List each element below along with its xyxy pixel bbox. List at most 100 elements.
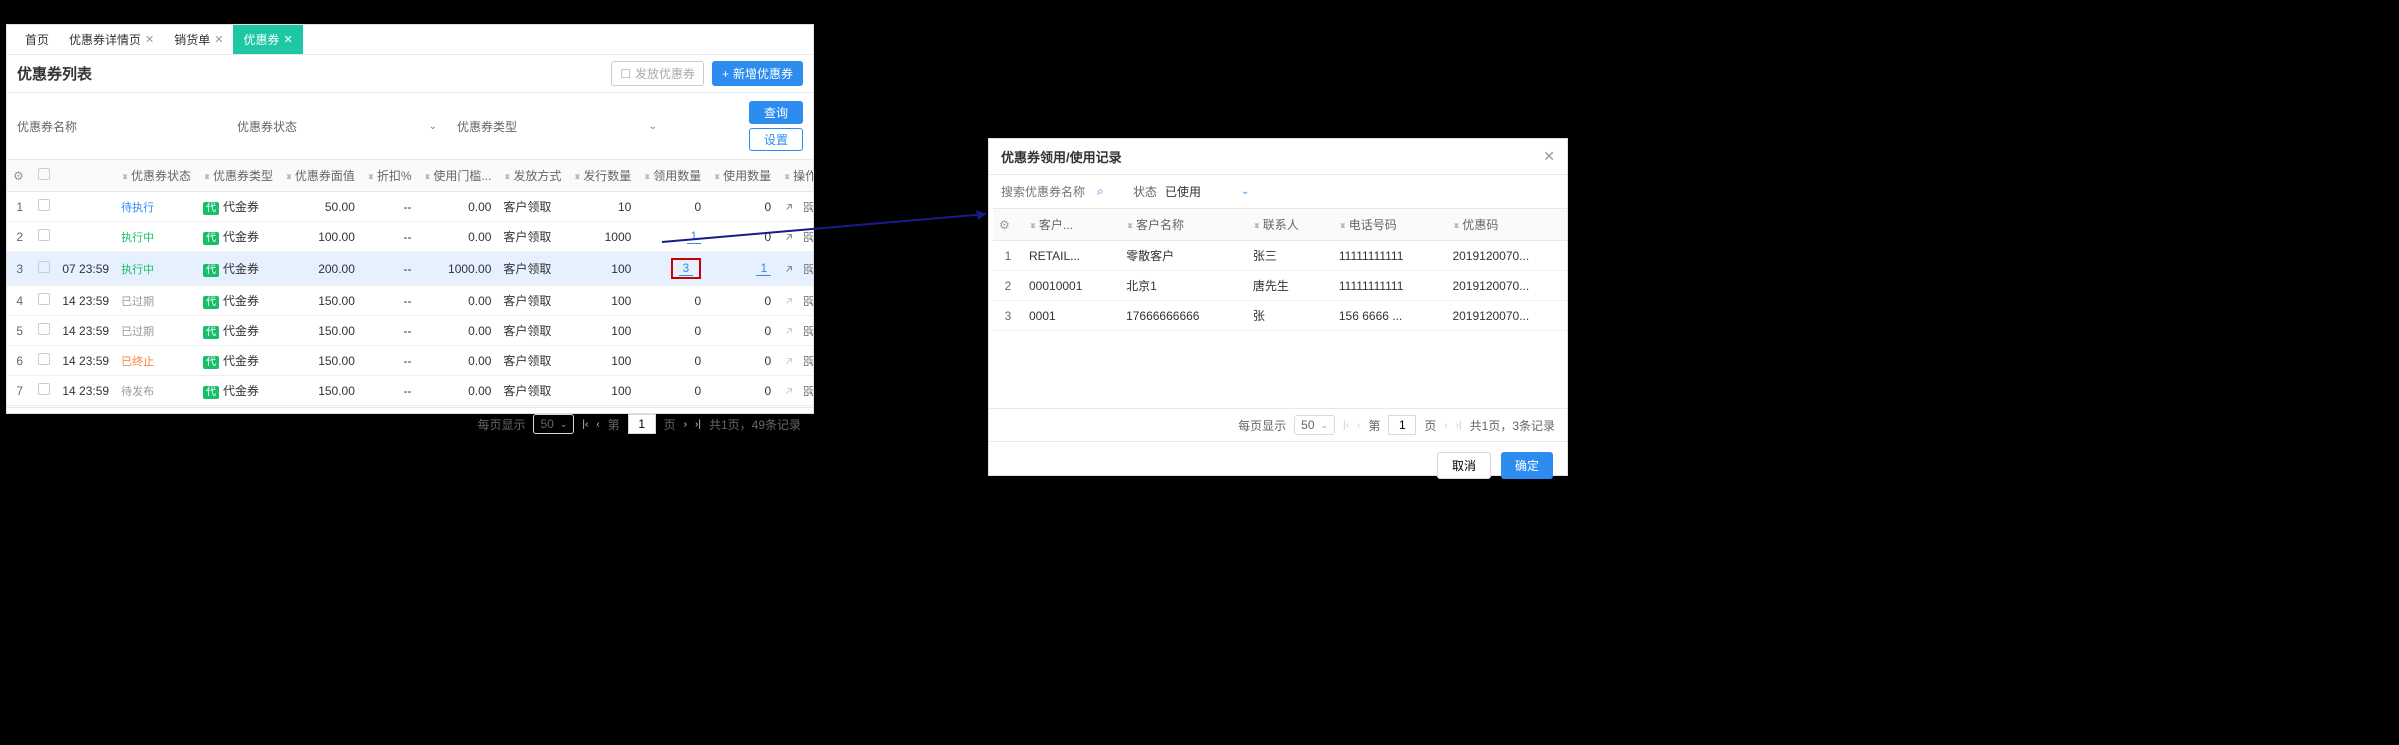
- prev-page-button[interactable]: ‹: [596, 419, 599, 430]
- table-row[interactable]: 1RETAIL...零散客户张三111111111112019120070...…: [993, 241, 1567, 271]
- table-row[interactable]: 2执行中代代金券100.00--0.00客户领取100010: [7, 222, 813, 252]
- chevron-down-icon: ⌄: [1321, 420, 1329, 431]
- row-checkbox[interactable]: [38, 199, 50, 211]
- table-row[interactable]: 414 23:59已过期代代金券150.00--0.00客户领取10000: [7, 286, 813, 316]
- qr-icon[interactable]: [803, 231, 813, 243]
- coupon-list-panel: 首页优惠券详情页✕销货单✕优惠券✕ 优惠券列表 ☐发放优惠券 新增优惠券 优惠券…: [6, 24, 814, 414]
- row-checkbox[interactable]: [38, 353, 50, 365]
- tab-优惠券详情页[interactable]: 优惠券详情页✕: [59, 25, 164, 54]
- table-row[interactable]: 514 23:59已过期代代金券150.00--0.00客户领取10000: [7, 316, 813, 346]
- gear-icon[interactable]: ⚙: [13, 169, 24, 183]
- share-icon[interactable]: [783, 263, 795, 275]
- settings-button[interactable]: 设置: [749, 128, 803, 151]
- distribute-coupon-button[interactable]: ☐发放优惠券: [611, 61, 704, 86]
- table-row[interactable]: 714 23:59待发布代代金券150.00--0.00客户领取10000: [7, 376, 813, 406]
- dialog-next-page-button[interactable]: ›: [1444, 420, 1447, 431]
- last-page-button[interactable]: ›|: [695, 419, 701, 430]
- pagination-total: 共1页，49条记录: [709, 416, 801, 433]
- dialog-state-label: 状态: [1133, 183, 1157, 200]
- col-header[interactable]: ▲▼优惠券状态: [115, 160, 197, 192]
- col-header[interactable]: ▲▼折扣%: [361, 160, 418, 192]
- type-badge: 代: [203, 264, 219, 277]
- col-header[interactable]: ▲▼发放方式: [497, 160, 567, 192]
- col-header[interactable]: ▲▼客户...: [1023, 209, 1120, 241]
- tab-优惠券[interactable]: 优惠券✕: [233, 25, 302, 54]
- cancel-button[interactable]: 取消: [1437, 452, 1491, 479]
- dialog-search[interactable]: ⌕: [1001, 184, 1121, 199]
- table-row[interactable]: 614 23:59已终止代代金券150.00--0.00客户领取10000: [7, 346, 813, 376]
- usage-table: ⚙▲▼客户...▲▼客户名称▲▼联系人▲▼电话号码▲▼优惠码▲▼优惠主题▲▼优惠…: [993, 208, 1567, 331]
- dialog-first-page-button[interactable]: |‹: [1343, 420, 1349, 431]
- col-header[interactable]: ▲▼电话号码: [1333, 209, 1447, 241]
- row-checkbox[interactable]: [38, 261, 50, 273]
- filter-type-select[interactable]: ⌄: [521, 114, 661, 138]
- status-tag: 已过期: [121, 296, 154, 308]
- row-checkbox[interactable]: [38, 229, 50, 241]
- tab-首页[interactable]: 首页: [15, 25, 59, 54]
- search-icon[interactable]: ⌕: [1097, 184, 1104, 199]
- share-icon: [783, 295, 795, 307]
- close-icon[interactable]: ✕: [145, 33, 154, 46]
- col-header[interactable]: ▲▼领用数量: [637, 160, 707, 192]
- col-header[interactable]: ▲▼优惠码: [1446, 209, 1567, 241]
- filter-row: 优惠券名称 优惠券状态 ⌄ 优惠券类型 ⌄ 查询 设置: [7, 93, 813, 159]
- table-row[interactable]: 1待执行代代金券50.00--0.00客户领取1000: [7, 192, 813, 222]
- row-checkbox[interactable]: [38, 323, 50, 335]
- chevron-down-icon: ⌄: [560, 419, 568, 430]
- select-all-checkbox[interactable]: [38, 168, 50, 180]
- row-checkbox[interactable]: [38, 383, 50, 395]
- header-row: 优惠券列表 ☐发放优惠券 新增优惠券: [7, 55, 813, 93]
- next-page-button[interactable]: ›: [684, 419, 687, 430]
- col-header[interactable]: ▲▼客户名称: [1120, 209, 1247, 241]
- share-icon[interactable]: [783, 231, 795, 243]
- dialog-prev-page-button[interactable]: ‹: [1357, 420, 1360, 431]
- coupon-table-container[interactable]: ⚙ ▲▼优惠券状态▲▼优惠券类型▲▼优惠券面值▲▼折扣%▲▼使用门槛...▲▼发放…: [7, 159, 813, 407]
- col-header[interactable]: ▲▼优惠券类型: [197, 160, 279, 192]
- received-highlight: 3: [671, 258, 702, 279]
- status-tag: 已终止: [121, 356, 154, 368]
- dialog-state-select[interactable]: 已使用 ⌄: [1165, 183, 1249, 200]
- confirm-button[interactable]: 确定: [1501, 452, 1553, 479]
- filter-name-input[interactable]: [81, 115, 221, 137]
- dialog-pagination-total: 共1页，3条记录: [1470, 417, 1555, 434]
- search-button[interactable]: 查询: [749, 101, 803, 124]
- qr-icon[interactable]: [803, 263, 813, 275]
- qr-icon[interactable]: [803, 325, 813, 337]
- col-header[interactable]: ▲▼操作: [777, 160, 813, 192]
- qr-icon[interactable]: [803, 295, 813, 307]
- dialog-per-page-select[interactable]: 50⌄: [1294, 415, 1335, 435]
- filter-status-select[interactable]: ⌄: [301, 114, 441, 138]
- dialog-last-page-button[interactable]: ›|: [1456, 420, 1462, 431]
- table-row[interactable]: 3000117666666666张156 6666 ...2019120070.…: [993, 301, 1567, 331]
- table-row[interactable]: 307 23:59执行中代代金券200.00--1000.00客户领取10031: [7, 252, 813, 286]
- qr-icon[interactable]: [803, 355, 813, 367]
- col-header[interactable]: ▲▼发行数量: [567, 160, 637, 192]
- coupon-table: ⚙ ▲▼优惠券状态▲▼优惠券类型▲▼优惠券面值▲▼折扣%▲▼使用门槛...▲▼发放…: [7, 159, 813, 407]
- dialog-page-input[interactable]: [1388, 415, 1416, 435]
- filter-type-label: 优惠券类型: [457, 118, 517, 135]
- add-coupon-button[interactable]: 新增优惠券: [712, 61, 803, 86]
- received-link[interactable]: 1: [687, 229, 702, 244]
- type-badge: 代: [203, 202, 219, 215]
- received-link[interactable]: 3: [679, 261, 694, 276]
- close-icon[interactable]: ✕: [284, 33, 293, 46]
- plus-icon: [722, 67, 729, 81]
- dialog-search-input[interactable]: [1001, 185, 1091, 199]
- col-header[interactable]: ▲▼使用数量: [707, 160, 777, 192]
- page-input[interactable]: [628, 414, 656, 434]
- tab-销货单[interactable]: 销货单✕: [164, 25, 233, 54]
- per-page-select[interactable]: 50⌄: [533, 414, 574, 434]
- close-icon[interactable]: ✕: [1543, 148, 1555, 165]
- first-page-button[interactable]: |‹: [582, 419, 588, 430]
- col-header[interactable]: ▲▼使用门槛...: [417, 160, 497, 192]
- table-row[interactable]: 200010001北京1唐先生111111111112019120070...满…: [993, 271, 1567, 301]
- used-link[interactable]: 1: [756, 261, 771, 276]
- qr-icon[interactable]: [803, 385, 813, 397]
- row-checkbox[interactable]: [38, 293, 50, 305]
- col-header[interactable]: ▲▼优惠券面值: [279, 160, 361, 192]
- share-icon[interactable]: [783, 201, 795, 213]
- gear-icon[interactable]: ⚙: [999, 218, 1010, 232]
- close-icon[interactable]: ✕: [214, 33, 223, 46]
- col-header[interactable]: ▲▼联系人: [1247, 209, 1333, 241]
- qr-icon[interactable]: [803, 201, 813, 213]
